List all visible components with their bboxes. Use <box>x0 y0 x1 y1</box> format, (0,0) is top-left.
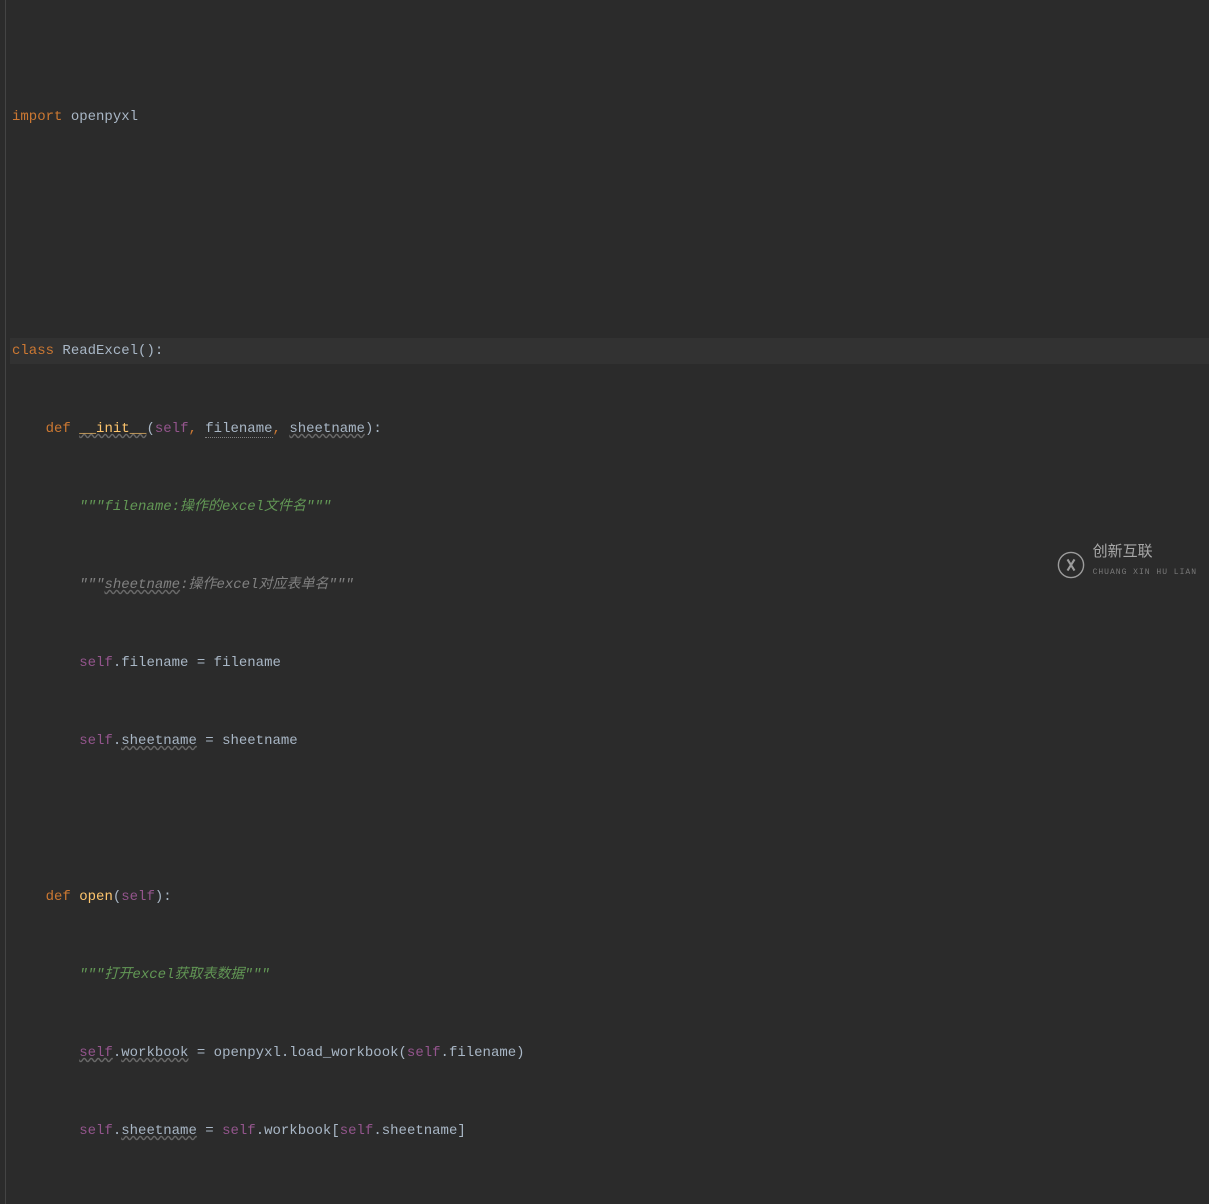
attribute: workbook <box>264 1123 331 1139</box>
keyword-def: def <box>46 421 71 437</box>
method-name: __init__ <box>79 421 146 437</box>
identifier: sheetname <box>222 733 298 749</box>
class-name: ReadExcel <box>62 343 138 359</box>
indent-guide <box>0 0 6 1204</box>
identifier: filename <box>214 655 281 671</box>
self-ref: self <box>79 733 113 749</box>
code-line[interactable]: """filename:操作的excel文件名""" <box>10 494 1209 520</box>
code-line[interactable] <box>10 806 1209 832</box>
self-ref: self <box>79 1045 113 1061</box>
keyword-def: def <box>46 889 71 905</box>
param: filename <box>205 421 272 438</box>
param-self: self <box>155 421 189 437</box>
code-line[interactable] <box>10 260 1209 286</box>
code-line[interactable]: self.filename = filename <box>10 650 1209 676</box>
self-ref: self <box>340 1123 374 1139</box>
code-line-highlighted[interactable]: class ReadExcel(): <box>10 338 1209 364</box>
attribute: sheetname <box>121 733 197 749</box>
docstring: """打开excel获取表数据""" <box>79 967 269 983</box>
attribute: filename <box>449 1045 516 1061</box>
module-name: openpyxl <box>214 1045 281 1061</box>
code-editor[interactable]: import openpyxl class ReadExcel(): def _… <box>0 0 1209 1204</box>
self-ref: self <box>407 1045 441 1061</box>
code-line[interactable]: """打开excel获取表数据""" <box>10 962 1209 988</box>
code-line[interactable]: import openpyxl <box>10 104 1209 130</box>
self-ref: self <box>222 1123 256 1139</box>
parentheses: () <box>138 343 155 359</box>
self-ref: self <box>79 1123 113 1139</box>
code-line[interactable] <box>10 182 1209 208</box>
attribute: sheetname <box>382 1123 458 1139</box>
attribute: workbook <box>121 1045 188 1061</box>
code-line[interactable]: self.sheetname = self.workbook[self.shee… <box>10 1118 1209 1144</box>
module-name: openpyxl <box>71 109 138 125</box>
attribute: sheetname <box>121 1123 197 1139</box>
code-line[interactable]: def open(self): <box>10 884 1209 910</box>
method-call: load_workbook <box>289 1045 398 1061</box>
keyword-class: class <box>12 343 54 359</box>
keyword-import: import <box>12 109 62 125</box>
code-line[interactable]: """sheetname:操作excel对应表单名""" <box>10 572 1209 598</box>
code-line[interactable]: self.sheetname = sheetname <box>10 728 1209 754</box>
colon: : <box>155 343 163 359</box>
self-ref: self <box>79 655 113 671</box>
param-self: self <box>121 889 155 905</box>
param: sheetname <box>289 421 365 437</box>
code-line[interactable]: self.workbook = openpyxl.load_workbook(s… <box>10 1040 1209 1066</box>
docstring: """sheetname:操作excel对应表单名""" <box>79 577 353 593</box>
attribute: filename <box>121 655 188 671</box>
docstring: """filename:操作的excel文件名""" <box>79 499 331 515</box>
method-name: open <box>79 889 113 905</box>
code-line[interactable]: def __init__(self, filename, sheetname): <box>10 416 1209 442</box>
code-line[interactable] <box>10 1196 1209 1204</box>
